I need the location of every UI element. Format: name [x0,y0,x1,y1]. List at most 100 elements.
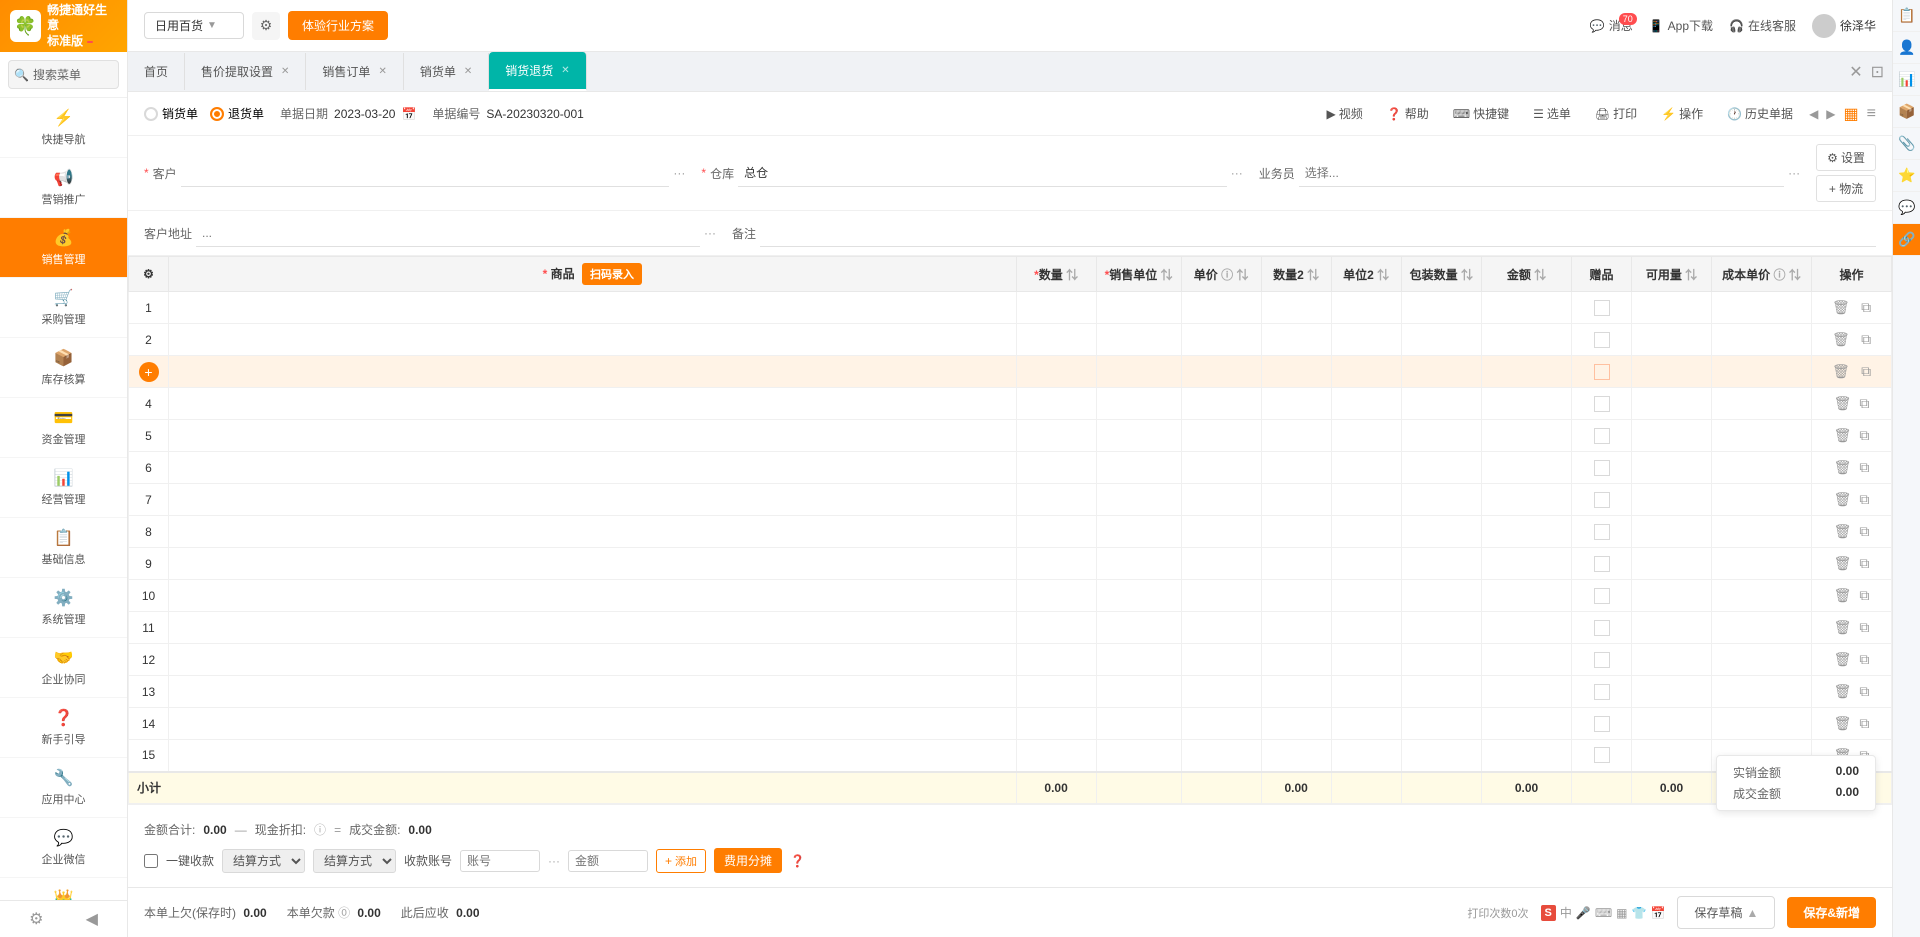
row-pkg-2[interactable] [1401,324,1481,356]
topbar-gear-button[interactable]: ⚙ [252,12,280,40]
radio-return-bill[interactable]: 退货单 [210,105,264,122]
tab-sales-return-close[interactable]: ✕ [561,65,569,76]
row-copy-13[interactable]: ⧉ [1855,681,1873,702]
row-delete-13[interactable]: 🗑 [1830,681,1856,702]
price-input-1[interactable] [1188,301,1255,315]
customer-picker-icon[interactable]: ··· [673,166,685,180]
nav-prev-icon[interactable]: ◀ [1809,107,1818,121]
sidebar-item-apps[interactable]: 🔧 应用中心 [0,758,127,818]
category-select[interactable]: 日用百货 ▼ [144,12,244,39]
qty-input-1[interactable] [1023,301,1090,315]
mic-icon[interactable]: 🎤 [1576,906,1591,920]
scan-button[interactable]: 扫码录入 [582,263,642,285]
row-amount-3[interactable] [1482,356,1572,388]
row-unit-3[interactable] [1096,356,1181,388]
gift-checkbox-5[interactable] [1594,428,1610,444]
row-delete-7[interactable]: 🗑 [1830,489,1856,510]
logistics-button[interactable]: + 物流 [1816,175,1876,202]
history-button[interactable]: 🕐 历史单据 [1719,102,1801,125]
th-price-info[interactable]: ⓘ [1221,268,1233,282]
gift-checkbox-13[interactable] [1594,684,1610,700]
th-sort-amount[interactable]: ⇅ [1534,268,1546,282]
row-copy-9[interactable]: ⧉ [1855,553,1873,574]
calc-method-select[interactable]: 结算方式 [313,849,396,873]
row-delete-9[interactable]: 🗑 [1830,553,1856,574]
select-button[interactable]: ☰ 选单 [1525,102,1579,125]
amount-input[interactable] [568,850,648,872]
row-pkg-1[interactable] [1401,292,1481,324]
right-panel-icon-1[interactable]: 📋 [1893,0,1920,32]
gift-checkbox-8[interactable] [1594,524,1610,540]
ops-button[interactable]: ⚡ 操作 [1653,102,1711,125]
date-picker-icon[interactable]: 📅 [401,107,416,121]
tab-sales-bill-close[interactable]: ✕ [464,66,472,77]
save-draft-button[interactable]: 保存草稿 ▲ [1677,896,1775,929]
one-click-payment-checkbox[interactable] [144,854,158,868]
row-price-1[interactable] [1181,292,1261,324]
row-delete-6[interactable]: 🗑 [1830,457,1856,478]
row-avail-3[interactable] [1632,356,1712,388]
th-sort-cost[interactable]: ⇅ [1789,268,1801,282]
sidebar-item-guide[interactable]: ❓ 新手引导 [0,698,127,758]
row-unit2-1[interactable] [1331,292,1401,324]
row-copy-6[interactable]: ⧉ [1855,457,1873,478]
row-gift-3[interactable] [1572,356,1632,388]
th-sort-qty2[interactable]: ⇅ [1307,268,1319,282]
address-picker-icon[interactable]: ··· [704,226,716,240]
row-price-2[interactable] [1181,324,1261,356]
row-avail-2[interactable] [1632,324,1712,356]
row-delete-2[interactable]: 🗑 [1828,329,1854,350]
tab-home[interactable]: 首页 [128,53,185,90]
gift-checkbox-10[interactable] [1594,588,1610,604]
row-amount-1[interactable] [1482,292,1572,324]
gift-checkbox-3[interactable] [1594,364,1610,380]
gift-checkbox-4[interactable] [1594,396,1610,412]
row-copy-7[interactable]: ⧉ [1855,489,1873,510]
row-delete-10[interactable]: 🗑 [1830,585,1856,606]
row-pkg-3[interactable] [1401,356,1481,388]
row-copy-10[interactable]: ⧉ [1855,585,1873,606]
cal-icon[interactable]: 📅 [1650,906,1665,920]
setting-button[interactable]: ⚙ 设置 [1816,144,1876,171]
radio-sales-bill[interactable]: 销货单 [144,105,198,122]
row-copy-5[interactable]: ⧉ [1855,425,1873,446]
sidebar-item-marketing[interactable]: 📢 营销推广 [0,158,127,218]
right-panel-icon-6[interactable]: ⭐ [1893,160,1920,192]
gift-checkbox-9[interactable] [1594,556,1610,572]
row-copy-12[interactable]: ⧉ [1855,649,1873,670]
th-settings[interactable]: ⚙ [129,257,169,292]
nav-next-icon[interactable]: ▶ [1826,107,1835,121]
sidebar-item-system[interactable]: ⚙️ 系统管理 [0,578,127,638]
row-gift-1[interactable] [1572,292,1632,324]
sidebar-item-operations[interactable]: 📊 经营管理 [0,458,127,518]
address-input[interactable] [196,219,700,247]
discount-info-icon[interactable]: ⓘ [314,821,326,838]
row-amount-2[interactable] [1482,324,1572,356]
account-picker-icon[interactable]: ··· [548,854,560,868]
sidebar-item-collab[interactable]: 🤝 企业协同 [0,638,127,698]
search-menu-button[interactable]: 🔍 搜索菜单 [8,60,119,89]
gift-checkbox-7[interactable] [1594,492,1610,508]
row-copy-14[interactable]: ⧉ [1855,713,1873,734]
goods-input-3[interactable] [175,365,1010,379]
gift-checkbox-14[interactable] [1594,716,1610,732]
sidebar-item-vip[interactable]: 👑 畅会员 [0,878,127,900]
unit-input-1[interactable] [1103,301,1175,315]
row-qty2-1[interactable] [1261,292,1331,324]
row-delete-11[interactable]: 🗑 [1830,617,1856,638]
split-button[interactable]: 费用分摊 [714,848,782,873]
sidebar-item-purchase[interactable]: 🛒 采购管理 [0,278,127,338]
tab-price-extract[interactable]: 售价提取设置 ✕ [185,53,306,90]
row-copy-11[interactable]: ⧉ [1855,617,1873,638]
remark-input[interactable] [760,219,1876,247]
right-panel-icon-2[interactable]: 👤 [1893,32,1920,64]
row-unit2-2[interactable] [1331,324,1401,356]
warehouse-picker-icon[interactable]: ··· [1231,166,1243,180]
sidebar-collapse-icon[interactable]: ◀ [86,909,98,929]
row-delete-14[interactable]: 🗑 [1830,713,1856,734]
th-sort-unit[interactable]: ⇅ [1161,268,1173,282]
row-avail-1[interactable] [1632,292,1712,324]
row-price-3[interactable] [1181,356,1261,388]
grid-view-icon[interactable]: ▦ [1844,104,1859,124]
sidebar-item-quicknav[interactable]: ⚡ 快捷导航 [0,98,127,158]
